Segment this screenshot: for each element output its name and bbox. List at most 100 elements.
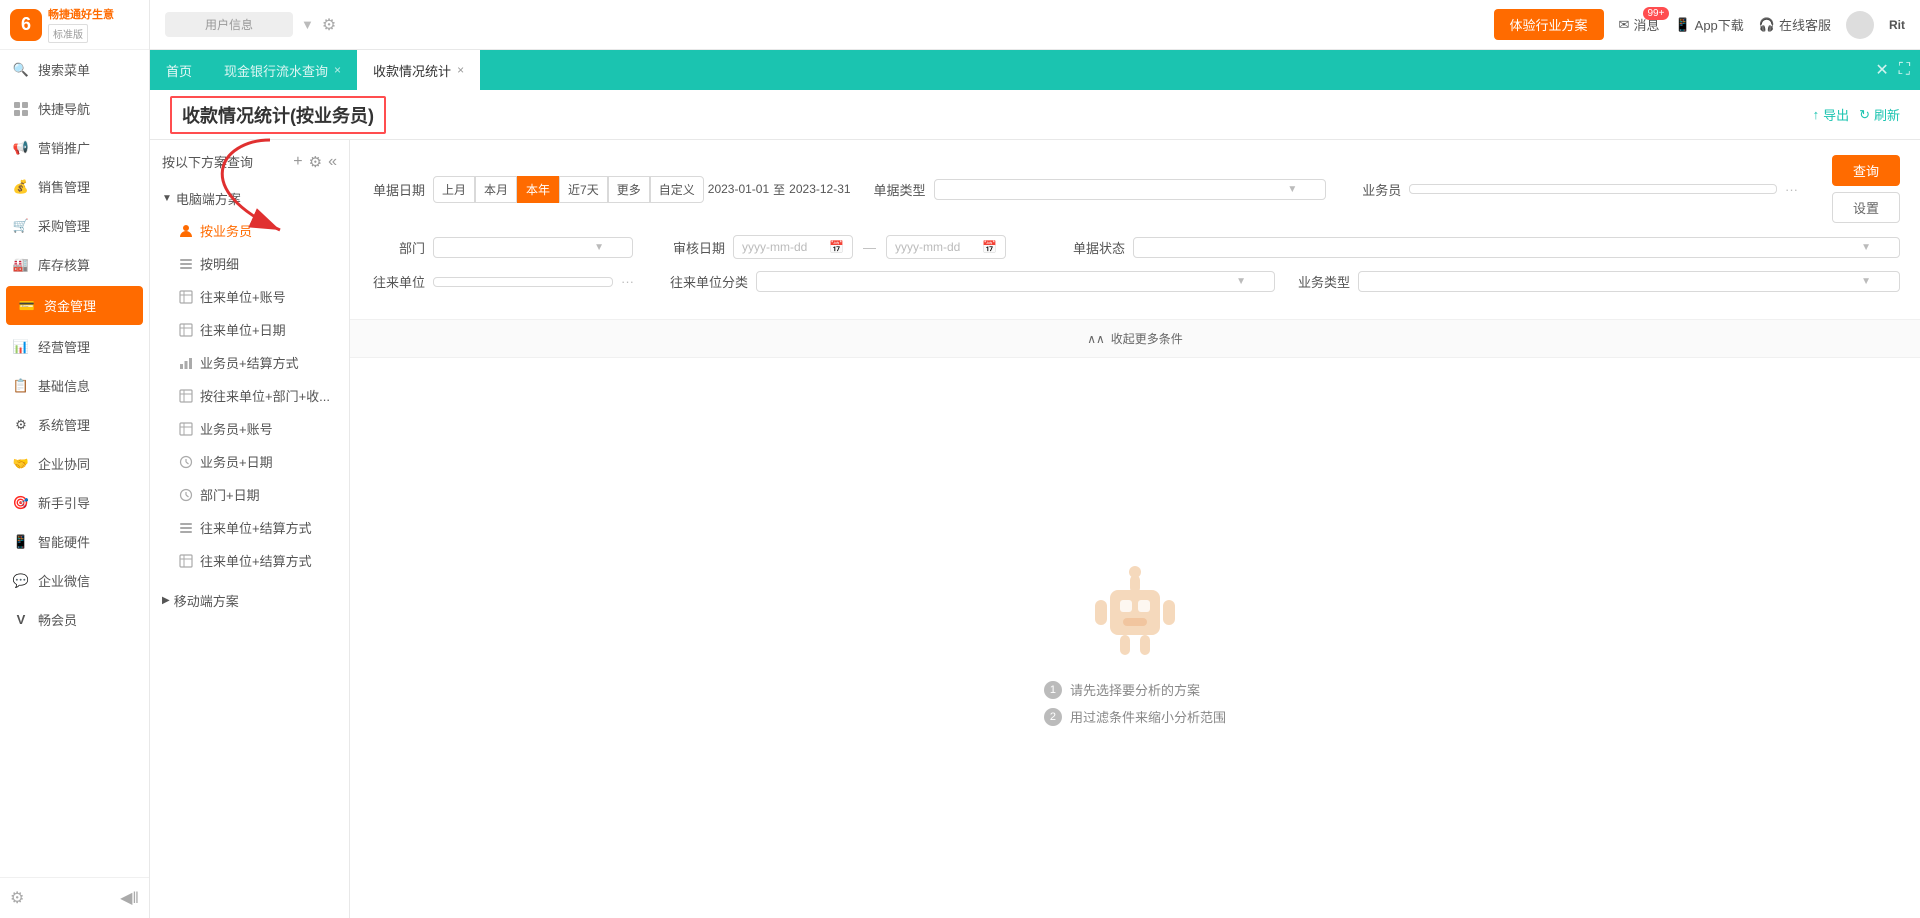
review-date-end[interactable]: yyyy-mm-dd 📅 <box>886 235 1006 259</box>
quicknav-icon <box>12 100 30 118</box>
arrow-down-icon: ▼ <box>162 193 172 204</box>
partner-cat-select[interactable]: ▼ <box>756 271 1275 292</box>
app-download-link[interactable]: 📱 App下载 <box>1674 15 1743 34</box>
refresh-btn[interactable]: ↻ 刷新 <box>1859 105 1900 124</box>
tab-receipt[interactable]: 收款情况统计 × <box>357 50 480 90</box>
date-btn-more[interactable]: 更多 <box>608 176 650 203</box>
sidebar-item-business[interactable]: 📊 经营管理 <box>0 327 149 366</box>
tab-bank-close[interactable]: × <box>334 63 341 77</box>
sidebar-item-basic[interactable]: 📋 基础信息 <box>0 366 149 405</box>
date-btn-custom[interactable]: 自定义 <box>650 176 704 203</box>
doc-status-arrow: ▼ <box>1861 242 1871 253</box>
sidebar-item-finance[interactable]: 💳 资金管理 <box>6 286 143 325</box>
settings-btn[interactable]: 设置 <box>1832 192 1900 223</box>
wechat-icon: 💬 <box>12 572 30 590</box>
query-btn[interactable]: 查询 <box>1832 155 1900 186</box>
user-avatar[interactable] <box>1846 11 1874 39</box>
tab-bank[interactable]: 现金银行流水查询 × <box>208 50 357 90</box>
topbar-dropdown-icon[interactable]: ▼ <box>301 17 314 32</box>
salesperson-dots[interactable]: ··· <box>1781 182 1802 197</box>
collapse-bar[interactable]: ∧∧ 收起更多条件 <box>350 320 1920 358</box>
business-icon: 📊 <box>12 338 30 356</box>
logo-name: 畅捷通好生意 <box>48 6 114 22</box>
online-service-link[interactable]: 🎧 在线客服 <box>1759 15 1831 34</box>
sidebar-item-marketing[interactable]: 📢 营销推广 <box>0 128 149 167</box>
content-area: 按以下方案查询 + ⚙ « ▼ 电脑端方案 按业务员 <box>150 140 1920 918</box>
page-title: 收款情况统计(按业务员) <box>170 96 386 134</box>
logo-icon: 6 <box>10 9 42 41</box>
sidebar-item-wechat[interactable]: 💬 企业微信 <box>0 561 149 600</box>
date-filter-field: 单据日期 上月 本月 本年 近7天 更多 自定义 2023- <box>370 176 851 203</box>
person-icon <box>178 223 194 239</box>
scheme-group-mobile-title[interactable]: ▶ 移动端方案 <box>150 585 349 616</box>
scheme-item-0[interactable]: 按业务员 <box>150 214 349 247</box>
bottom-collapse-icon[interactable]: ◀‖ <box>120 888 139 908</box>
table-icon-10 <box>178 553 194 569</box>
scheme-item-7[interactable]: 业务员+日期 <box>150 445 349 478</box>
sidebar-item-search[interactable]: 🔍 搜索菜单 <box>0 50 149 89</box>
doc-status-select[interactable]: ▼ <box>1133 237 1900 258</box>
sidebar-item-quicknav[interactable]: 快捷导航 <box>0 89 149 128</box>
sidebar-item-sales[interactable]: 💰 销售管理 <box>0 167 149 206</box>
date-label: 单据日期 <box>370 180 425 199</box>
biz-type-label: 业务类型 <box>1295 272 1350 291</box>
message-btn[interactable]: ✉ 消息 99+ <box>1619 15 1660 34</box>
scheme-item-10[interactable]: 往来单位+结算方式 <box>150 544 349 577</box>
scheme-add-btn[interactable]: + <box>293 153 302 171</box>
scheme-item-6[interactable]: 业务员+账号 <box>150 412 349 445</box>
user-name: Rit <box>1889 18 1905 32</box>
doc-status-control: ▼ <box>1133 237 1900 258</box>
biz-type-arrow: ▼ <box>1861 276 1871 287</box>
partner-cat-arrow: ▼ <box>1236 276 1246 287</box>
tab-home[interactable]: 首页 <box>150 50 208 90</box>
trial-btn[interactable]: 体验行业方案 <box>1494 9 1604 40</box>
biz-type-control: ▼ <box>1358 271 1900 292</box>
sidebar-item-hardware[interactable]: 📱 智能硬件 <box>0 522 149 561</box>
dept-select[interactable]: ▼ <box>433 237 633 258</box>
service-icon: 🎧 <box>1759 17 1775 33</box>
sidebar-item-purchase[interactable]: 🛒 采购管理 <box>0 206 149 245</box>
doc-type-field: 单据类型 ▼ <box>871 179 1327 200</box>
scheme-item-9[interactable]: 往来单位+结算方式 <box>150 511 349 544</box>
basic-icon: 📋 <box>12 377 30 395</box>
sidebar-item-guide[interactable]: 🎯 新手引导 <box>0 483 149 522</box>
date-btn-this-month[interactable]: 本月 <box>475 176 517 203</box>
scheme-item-4[interactable]: 业务员+结算方式 <box>150 346 349 379</box>
scheme-item-5[interactable]: 按往来单位+部门+收... <box>150 379 349 412</box>
tab-close-all-icon[interactable]: ✕ <box>1875 60 1888 80</box>
export-btn[interactable]: ↑ 导出 <box>1813 105 1850 124</box>
scheme-item-2[interactable]: 往来单位+账号 <box>150 280 349 313</box>
sidebar-item-corp[interactable]: 🤝 企业协同 <box>0 444 149 483</box>
review-date-start[interactable]: yyyy-mm-dd 📅 <box>733 235 853 259</box>
sidebar-item-member[interactable]: V 畅会员 <box>0 600 149 639</box>
warehouse-icon: 🏭 <box>12 256 30 274</box>
sidebar-item-warehouse[interactable]: 🏭 库存核算 <box>0 245 149 284</box>
scheme-item-8[interactable]: 部门+日期 <box>150 478 349 511</box>
filter-row-2: 部门 ▼ 审核日期 yyyy-mm-dd <box>370 235 1900 259</box>
date-btn-last-month[interactable]: 上月 <box>433 176 475 203</box>
partner-label: 往来单位 <box>370 272 425 291</box>
guide-icon: 🎯 <box>12 494 30 512</box>
tab-fullscreen-icon[interactable]: ⛶ <box>1899 61 1910 79</box>
scheme-settings-btn[interactable]: ⚙ <box>309 153 322 171</box>
scheme-collapse-btn[interactable]: « <box>328 153 337 171</box>
sidebar-item-system[interactable]: ⚙ 系统管理 <box>0 405 149 444</box>
date-btn-this-year[interactable]: 本年 <box>517 176 559 203</box>
biz-type-field: 业务类型 ▼ <box>1295 271 1900 292</box>
scheme-item-1[interactable]: 按明细 <box>150 247 349 280</box>
tab-receipt-close[interactable]: × <box>457 63 464 77</box>
date-btn-7days[interactable]: 近7天 <box>559 176 608 203</box>
doc-type-select[interactable]: ▼ <box>934 179 1327 200</box>
biz-type-select[interactable]: ▼ <box>1358 271 1900 292</box>
partner-select[interactable] <box>433 277 613 287</box>
partner-dots[interactable]: ··· <box>617 274 638 289</box>
salesperson-select[interactable] <box>1409 184 1777 194</box>
topbar-settings-icon[interactable]: ⚙ <box>322 15 336 35</box>
scheme-group-desktop-title[interactable]: ▼ 电脑端方案 <box>150 183 349 214</box>
tabbar-controls: ✕ ⛶ <box>1875 60 1920 80</box>
partner-control: ··· <box>433 274 650 289</box>
bottom-settings-icon[interactable]: ⚙ <box>10 888 24 908</box>
scheme-item-3[interactable]: 往来单位+日期 <box>150 313 349 346</box>
sidebar: 6 畅捷通好生意 标准版 🔍 搜索菜单 快捷导航 📢 营销推广 💰 销售管理 🛒… <box>0 0 150 918</box>
message-icon: ✉ <box>1619 17 1630 33</box>
